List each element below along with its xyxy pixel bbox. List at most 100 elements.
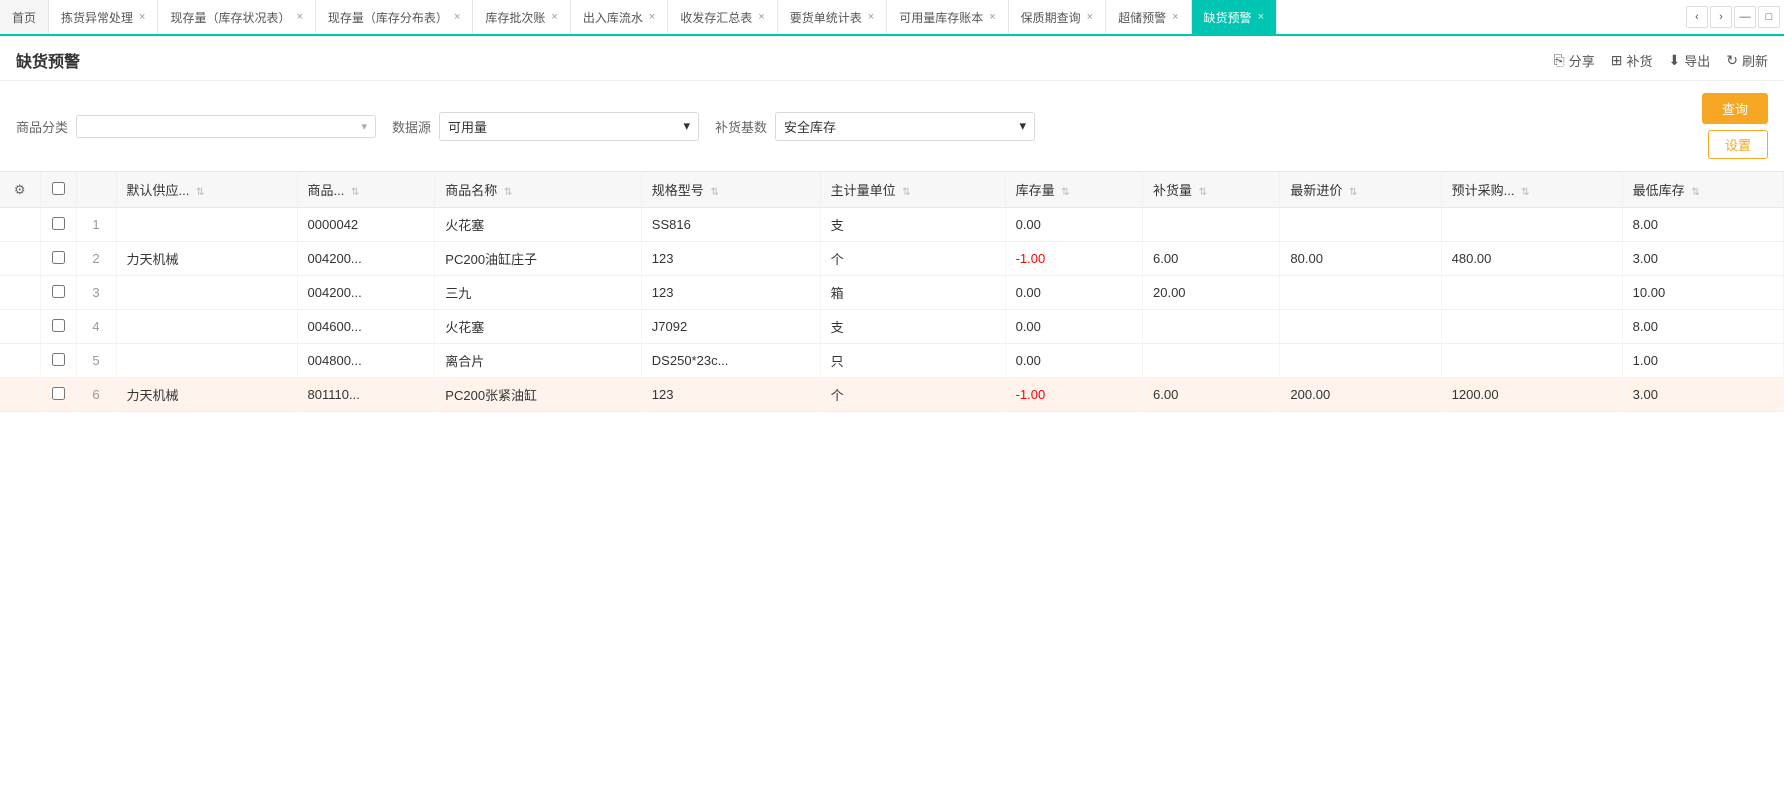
row-checkbox-3[interactable] <box>52 319 65 332</box>
export-button[interactable]: ⬇ 导出 <box>1669 51 1711 70</box>
table-row: 6 力天机械 801110... PC200张紧油缸 123 个 -1.00 6… <box>0 378 1784 412</box>
column-name[interactable]: 商品名称 ⇅ <box>435 172 642 208</box>
tab-prev-btn[interactable]: ‹ <box>1686 6 1708 28</box>
row-name-4: 离合片 <box>435 344 642 378</box>
tab-shortage-warning[interactable]: 缺货预警 × <box>1192 0 1277 34</box>
tab-homepage[interactable]: 首页 <box>0 0 49 34</box>
row-replenish-4 <box>1143 344 1280 378</box>
column-min-stock[interactable]: 最低库存 ⇅ <box>1622 172 1783 208</box>
tab-stock-dist[interactable]: 现存量（库存分布表） × <box>316 0 473 34</box>
row-spec-4: DS250*23c... <box>641 344 820 378</box>
column-unit[interactable]: 主计量单位 ⇅ <box>820 172 1005 208</box>
check-all-checkbox[interactable] <box>52 182 65 195</box>
row-stock-0: 0.00 <box>1005 208 1142 242</box>
column-code[interactable]: 商品... ⇅ <box>297 172 435 208</box>
datasource-select[interactable]: 可用量 ▾ <box>439 112 699 141</box>
row-est-purchase-0 <box>1441 208 1622 242</box>
row-code-4: 004800... <box>297 344 435 378</box>
row-min-stock-5: 3.00 <box>1622 378 1783 412</box>
category-label: 商品分类 <box>16 117 68 136</box>
tab-batch-account[interactable]: 库存批次账 × <box>473 0 570 34</box>
tab-overstock-warning[interactable]: 超储预警 × <box>1106 0 1191 34</box>
close-tab-2[interactable]: × <box>296 11 302 23</box>
row-spec-1: 123 <box>641 242 820 276</box>
row-check-2[interactable] <box>40 276 76 310</box>
close-tab-7[interactable]: × <box>868 11 874 23</box>
tab-next-btn[interactable]: › <box>1710 6 1732 28</box>
row-name-5: PC200张紧油缸 <box>435 378 642 412</box>
replenish-basis-select[interactable]: 安全库存 ▾ <box>775 112 1035 141</box>
column-check-all[interactable] <box>40 172 76 208</box>
column-spec[interactable]: 规格型号 ⇅ <box>641 172 820 208</box>
row-num-4: 5 <box>76 344 116 378</box>
table-header-row: ⚙ 默认供应... ⇅ 商品... ⇅ 商品名称 ⇅ <box>0 172 1784 208</box>
tab-order-stats[interactable]: 要货单统计表 × <box>778 0 887 34</box>
close-tab-10[interactable]: × <box>1172 11 1178 23</box>
tab-available-ledger[interactable]: 可用量库存账本 × <box>887 0 1008 34</box>
close-tab-11[interactable]: × <box>1258 11 1264 23</box>
tab-pick-exception[interactable]: 拣货异常处理 × <box>49 0 158 34</box>
query-button[interactable]: 查询 <box>1702 93 1768 124</box>
row-checkbox-0[interactable] <box>52 217 65 230</box>
row-checkbox-5[interactable] <box>52 387 65 400</box>
column-est-purchase[interactable]: 预计采购... ⇅ <box>1441 172 1622 208</box>
category-select[interactable]: ▾ <box>76 115 376 138</box>
row-name-2: 三九 <box>435 276 642 310</box>
tab-stock-status[interactable]: 现存量（库存状况表） × <box>158 0 315 34</box>
row-supplier-3 <box>116 310 297 344</box>
column-supplier[interactable]: 默认供应... ⇅ <box>116 172 297 208</box>
row-replenish-5: 6.00 <box>1143 378 1280 412</box>
row-unit-4: 只 <box>820 344 1005 378</box>
tab-expiry-query[interactable]: 保质期查询 × <box>1009 0 1106 34</box>
category-select-arrow: ▾ <box>361 120 367 133</box>
refresh-button[interactable]: ↻ 刷新 <box>1726 51 1768 70</box>
tab-inout-flow[interactable]: 出入库流水 × <box>571 0 668 34</box>
close-tab-6[interactable]: × <box>758 11 764 23</box>
row-supplier-0 <box>116 208 297 242</box>
column-stock[interactable]: 库存量 ⇅ <box>1005 172 1142 208</box>
filter-actions: 查询 设置 <box>1702 93 1768 159</box>
replenish-basis-arrow: ▾ <box>1020 118 1027 134</box>
sort-unit-icon: ⇅ <box>902 187 910 198</box>
window-maximize-btn[interactable]: □ <box>1758 6 1780 28</box>
column-latest-price[interactable]: 最新进价 ⇅ <box>1280 172 1441 208</box>
datasource-select-arrow: ▾ <box>684 118 691 134</box>
row-check-3[interactable] <box>40 310 76 344</box>
row-checkbox-4[interactable] <box>52 353 65 366</box>
row-supplier-2 <box>116 276 297 310</box>
export-icon: ⬇ <box>1669 52 1681 69</box>
close-tab-4[interactable]: × <box>551 11 557 23</box>
tab-bar: 首页 拣货异常处理 × 现存量（库存状况表） × 现存量（库存分布表） × 库存… <box>0 0 1784 36</box>
row-check-0[interactable] <box>40 208 76 242</box>
share-button[interactable]: ⎘ 分享 <box>1554 51 1595 70</box>
row-check-5[interactable] <box>40 378 76 412</box>
tab-receive-summary[interactable]: 收发存汇总表 × <box>668 0 777 34</box>
sort-stock-icon: ⇅ <box>1061 187 1069 198</box>
row-min-stock-2: 10.00 <box>1622 276 1783 310</box>
row-unit-3: 支 <box>820 310 1005 344</box>
close-tab-8[interactable]: × <box>989 11 995 23</box>
replenish-button[interactable]: ⊞ 补货 <box>1611 51 1653 70</box>
row-unit-2: 箱 <box>820 276 1005 310</box>
row-checkbox-1[interactable] <box>52 251 65 264</box>
close-tab-3[interactable]: × <box>454 11 460 23</box>
row-checkbox-2[interactable] <box>52 285 65 298</box>
row-num-3: 4 <box>76 310 116 344</box>
row-unit-5: 个 <box>820 378 1005 412</box>
settings-button[interactable]: 设置 <box>1708 130 1768 159</box>
row-check-1[interactable] <box>40 242 76 276</box>
category-filter-group: 商品分类 ▾ <box>16 115 376 138</box>
page-title: 缺货预警 <box>16 48 80 72</box>
close-tab-1[interactable]: × <box>139 11 145 23</box>
column-num <box>76 172 116 208</box>
column-replenish[interactable]: 补货量 ⇅ <box>1143 172 1280 208</box>
row-check-4[interactable] <box>40 344 76 378</box>
row-est-purchase-1: 480.00 <box>1441 242 1622 276</box>
close-tab-5[interactable]: × <box>649 11 655 23</box>
replenish-basis-label: 补货基数 <box>715 117 767 136</box>
replenish-icon: ⊞ <box>1611 52 1623 69</box>
row-latest-price-3 <box>1280 310 1441 344</box>
close-tab-9[interactable]: × <box>1087 11 1093 23</box>
column-settings[interactable]: ⚙ <box>0 172 40 208</box>
window-minimize-btn[interactable]: — <box>1734 6 1756 28</box>
